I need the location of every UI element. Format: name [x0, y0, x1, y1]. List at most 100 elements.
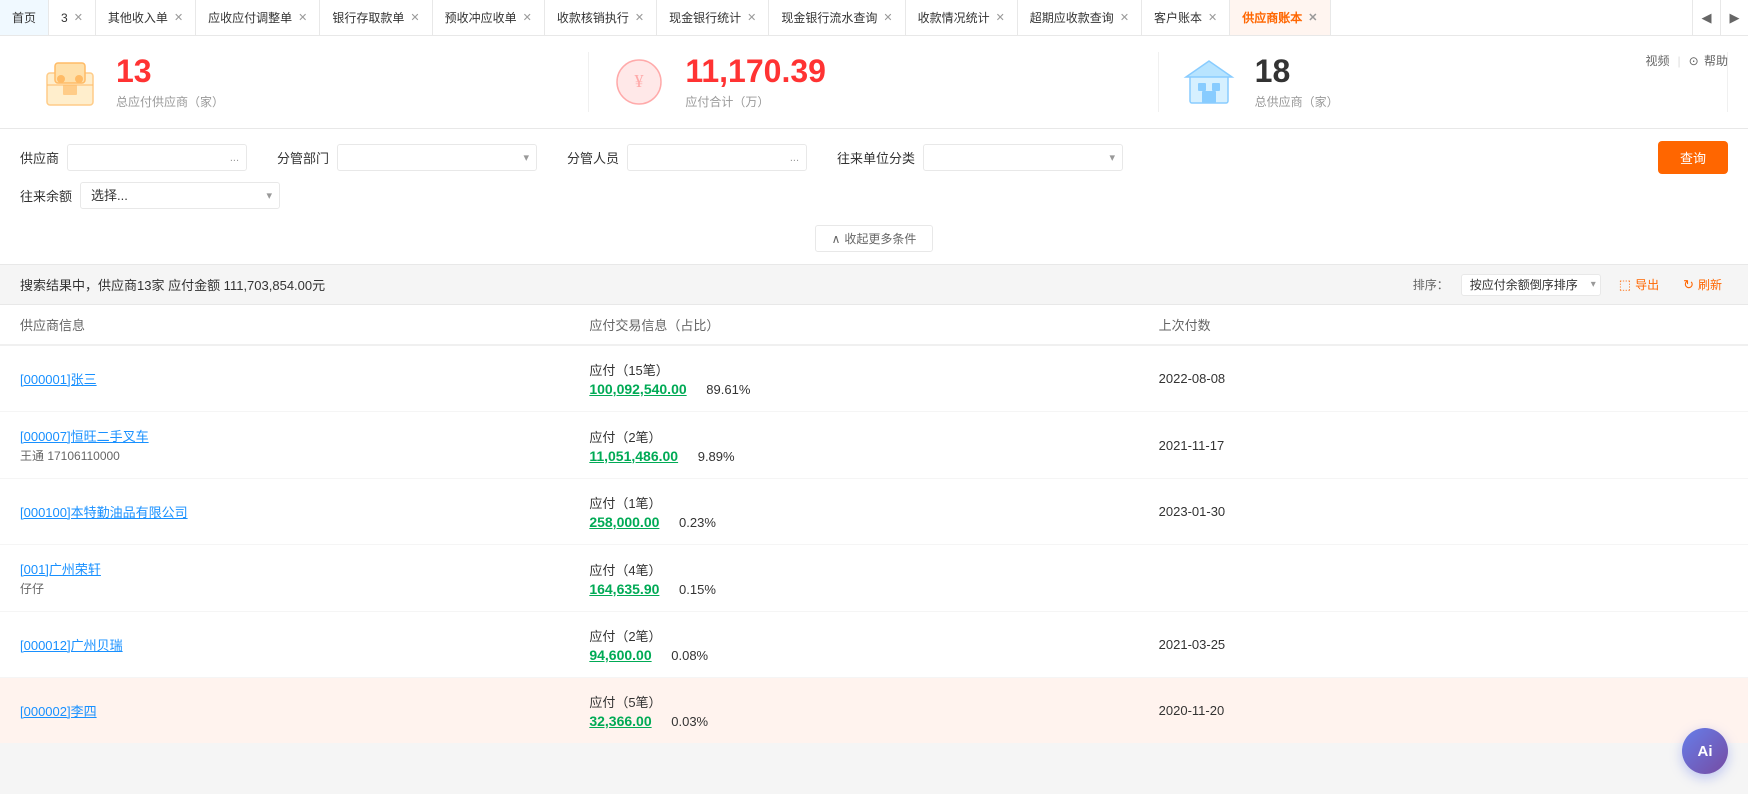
stat-content-total-suppliers: 18 总供应商（家） [1255, 54, 1339, 110]
supplier-cell-6: [000002]李四 [20, 701, 589, 720]
payable-amount-4[interactable]: 164,635.90 [589, 581, 659, 597]
filter-item-dept: 分管部门 ▾ [277, 144, 537, 171]
nav-tab-bank-deposit[interactable]: 银行存取款单 ✕ [320, 0, 432, 36]
refresh-icon: ↻ [1683, 277, 1694, 293]
payable-amount-3[interactable]: 258,000.00 [589, 514, 659, 530]
payable-percent-4: 0.15% [679, 582, 716, 597]
close-tab-supplier-account[interactable]: ✕ [1308, 11, 1317, 24]
nav-tab-collection-stats[interactable]: 收款情况统计 ✕ [906, 0, 1018, 36]
supplier-link-2[interactable]: [000007]恒旺二手叉车 [20, 429, 149, 444]
help-link[interactable]: ⊙ 帮助 [1689, 52, 1728, 69]
stat-block-total-suppliers: 18 总供应商（家） [1159, 52, 1728, 112]
nav-tab-cash-bank-flow[interactable]: 现金银行流水查询 ✕ [769, 0, 905, 36]
total-supplier-count: 18 [1255, 54, 1339, 89]
export-button[interactable]: ⬚ 导出 [1613, 273, 1665, 296]
supplier-input[interactable] [67, 144, 247, 171]
supplier-cell-4: [001]广州荣轩 仔仔 [20, 559, 589, 597]
filter-item-balance: 往来余额 选择... ▾ [20, 182, 280, 209]
dept-select[interactable] [337, 144, 537, 171]
nav-arrow-left[interactable]: ◀ [1692, 0, 1720, 36]
payable-count-6: 应付（5笔） [589, 692, 1158, 711]
supplier-link-5[interactable]: [000012]广州贝瑞 [20, 638, 123, 653]
filter-item-person: 分管人员 ... [567, 144, 807, 171]
lastpay-date-6: 2020-11-20 [1159, 703, 1225, 718]
search-button[interactable]: 查询 [1658, 141, 1728, 174]
dept-select-wrap: ▾ [337, 144, 537, 171]
lastpay-date-5: 2021-03-25 [1159, 637, 1226, 652]
person-dots-icon[interactable]: ... [790, 152, 799, 164]
supplier-label: 总应付供应商（家） [116, 93, 224, 110]
supplier-input-wrap: ... [67, 144, 247, 171]
nav-tab-3[interactable]: 3 ✕ [49, 0, 96, 36]
close-tab-advance-collect[interactable]: ✕ [523, 11, 532, 24]
payable-cell-2: 应付（2笔） 11,051,486.00 9.89% [589, 427, 1158, 464]
sort-select-wrap: 按应付余额倒序排序 ▾ [1461, 274, 1601, 296]
category-select[interactable] [923, 144, 1123, 171]
supplier-link-6[interactable]: [000002]李四 [20, 704, 97, 719]
ai-badge[interactable]: Ai [1682, 728, 1728, 774]
header-right-links: 视频 | ⊙ 帮助 [1645, 52, 1728, 69]
collapse-up-icon: ∧ [832, 232, 841, 246]
nav-tab-cash-bank-stats[interactable]: 现金银行统计 ✕ [657, 0, 769, 36]
refresh-button[interactable]: ↻ 刷新 [1677, 273, 1728, 296]
nav-tab-ap-adjust[interactable]: 应收应付调整单 ✕ [196, 0, 320, 36]
sort-select[interactable]: 按应付余额倒序排序 [1461, 274, 1601, 296]
table-row: [000002]李四 应付（5笔） 32,366.00 0.03% 2020-1… [0, 678, 1748, 744]
close-tab-collection-stats[interactable]: ✕ [996, 11, 1005, 24]
header-stats: 13 总应付供应商（家） ¥ 11,170.39 应付合计（万） [0, 36, 1748, 129]
nav-tab-overdue-collect[interactable]: 超期应收款查询 ✕ [1018, 0, 1142, 36]
payable-amount-2[interactable]: 11,051,486.00 [589, 448, 678, 464]
nav-tab-other-income[interactable]: 其他收入单 ✕ [96, 0, 196, 36]
table-row: [001]广州荣轩 仔仔 应付（4笔） 164,635.90 0.15% [0, 545, 1748, 612]
lastpay-cell-3: 2023-01-30 [1159, 504, 1728, 519]
close-tab-collection-verify[interactable]: ✕ [635, 11, 644, 24]
amount-icon: ¥ [609, 52, 669, 112]
help-icon: ⊙ [1689, 54, 1699, 68]
stat-content-suppliers: 13 总应付供应商（家） [116, 54, 224, 110]
balance-filter-label: 往来余额 [20, 186, 72, 205]
nav-tab-collection-verify[interactable]: 收款核销执行 ✕ [545, 0, 657, 36]
supplier-link-3[interactable]: [000100]本特勤油品有限公司 [20, 505, 188, 520]
filter-item-supplier: 供应商 ... [20, 144, 247, 171]
nav-tab-advance-collect[interactable]: 预收冲应收单 ✕ [433, 0, 545, 36]
sort-label: 排序： [1413, 276, 1449, 293]
balance-select-wrap: 选择... ▾ [80, 182, 280, 209]
store-icon [1179, 52, 1239, 112]
close-tab-customer-account[interactable]: ✕ [1208, 11, 1217, 24]
nav-arrow-right[interactable]: ▶ [1720, 0, 1748, 36]
supplier-link-4[interactable]: [001]广州荣轩 [20, 562, 101, 577]
nav-tab-supplier-account[interactable]: 供应商账本 ✕ [1230, 0, 1330, 36]
payable-amount-6[interactable]: 32,366.00 [589, 713, 651, 729]
filter-row-2: 往来余额 选择... ▾ [20, 182, 1728, 209]
close-tab-cash-bank-stats[interactable]: ✕ [747, 11, 756, 24]
video-link[interactable]: 视频 [1645, 52, 1669, 69]
supplier-dots-icon[interactable]: ... [230, 152, 239, 164]
person-input[interactable] [627, 144, 807, 171]
balance-select[interactable]: 选择... [80, 182, 280, 209]
sort-area: 排序： 按应付余额倒序排序 ▾ ⬚ 导出 ↻ 刷新 [1413, 273, 1728, 296]
supplier-link-1[interactable]: [000001]张三 [20, 372, 97, 387]
payable-amount-1[interactable]: 100,092,540.00 [589, 381, 686, 397]
close-tab-other-income[interactable]: ✕ [174, 11, 183, 24]
nav-tab-home[interactable]: 首页 [0, 0, 49, 36]
payable-total: 11,170.39 [685, 54, 826, 89]
payable-count-1: 应付（15笔） [589, 360, 1158, 379]
nav-tab-customer-account[interactable]: 客户账本 ✕ [1142, 0, 1230, 36]
close-tab-cash-bank-flow[interactable]: ✕ [883, 11, 892, 24]
close-tab-3[interactable]: ✕ [74, 11, 83, 24]
category-select-wrap: ▾ [923, 144, 1123, 171]
close-tab-ap-adjust[interactable]: ✕ [298, 11, 307, 24]
close-tab-overdue-collect[interactable]: ✕ [1120, 11, 1129, 24]
payable-cell-5: 应付（2笔） 94,600.00 0.08% [589, 626, 1158, 663]
lastpay-date-1: 2022-08-08 [1159, 371, 1226, 386]
payable-count-5: 应付（2笔） [589, 626, 1158, 645]
main-table: 供应商信息 应付交易信息（占比） 上次付数 [000001]张三 应付（15笔）… [0, 305, 1748, 744]
stat-block-suppliers: 13 总应付供应商（家） [20, 52, 589, 112]
person-input-wrap: ... [627, 144, 807, 171]
result-text: 搜索结果中，供应商13家 应付金额 111,703,854.00元 [20, 275, 1413, 294]
close-tab-bank-deposit[interactable]: ✕ [410, 11, 419, 24]
collapse-button[interactable]: ∧ 收起更多条件 [815, 225, 934, 252]
supplier-cell-1: [000001]张三 [20, 369, 589, 388]
payable-amount-5[interactable]: 94,600.00 [589, 647, 651, 663]
col-header-payable: 应付交易信息（占比） [589, 315, 1158, 334]
